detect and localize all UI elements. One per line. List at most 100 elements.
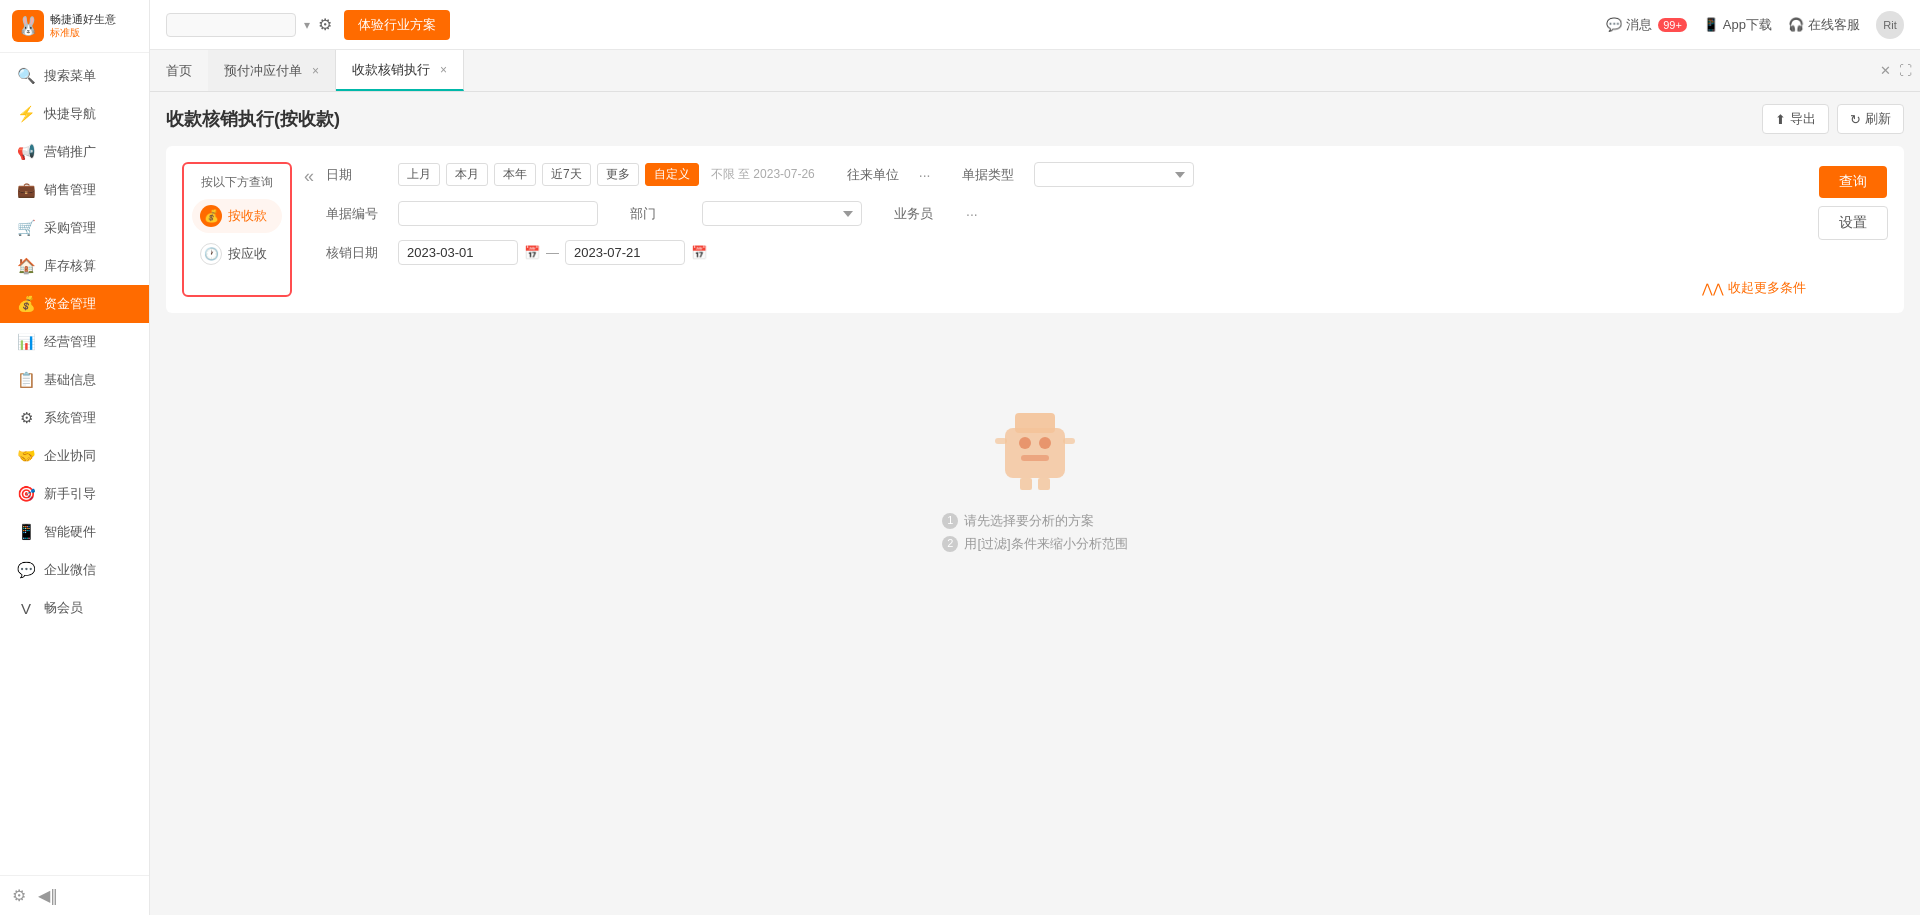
doc-no-input[interactable] <box>398 201 598 226</box>
hint-num-1: 1 <box>942 513 958 529</box>
sidebar-item-企业协同[interactable]: 🤝企业协同 <box>0 437 149 475</box>
export-button[interactable]: ⬆ 导出 <box>1762 104 1829 134</box>
doc-type-label: 单据类型 <box>962 166 1022 184</box>
tabbar: 首页 预付冲应付单 × 收款核销执行 × ✕ ⛶ <box>150 50 1920 92</box>
sidebar-item-快捷导航[interactable]: ⚡快捷导航 <box>0 95 149 133</box>
filter-sidebar-title: 按以下方查询 <box>192 174 282 191</box>
sidebar-item-资金管理[interactable]: 💰资金管理 <box>0 285 149 323</box>
empty-illustration <box>985 393 1085 493</box>
gear-icon[interactable]: ⚙ <box>318 15 332 34</box>
sidebar-item-基础信息[interactable]: 📋基础信息 <box>0 361 149 399</box>
tab-prepay[interactable]: 预付冲应付单 × <box>208 50 336 91</box>
svg-point-2 <box>1019 437 1031 449</box>
main-area: ▾ ⚙ 体验行业方案 💬 消息 99+ 📱 App下载 🎧 在线客服 Rit <box>150 0 1920 915</box>
sidebar-icon-5: 🏠 <box>16 257 36 275</box>
sidebar-item-库存核算[interactable]: 🏠库存核算 <box>0 247 149 285</box>
sidebar-item-销售管理[interactable]: 💼 销售管理 <box>0 171 149 209</box>
staff-label: 业务员 <box>894 205 954 223</box>
tab-prepay-close[interactable]: × <box>312 64 319 78</box>
topbar-right: 💬 消息 99+ 📱 App下载 🎧 在线客服 Rit <box>1606 11 1904 39</box>
sidebar-menu: 🔍搜索菜单⚡快捷导航📢营销推广 💼 销售管理 🛒采购管理🏠库存核算💰资金管理📊经营管理… <box>0 53 149 875</box>
messages-label: 消息 <box>1626 16 1652 34</box>
filter-option-by-receivable[interactable]: 🕐 按应收 <box>192 237 282 271</box>
settings-icon[interactable]: ⚙ <box>12 886 26 905</box>
calendar-icon-end[interactable]: 📅 <box>691 245 707 260</box>
sidebar-icon-3: 💼 <box>16 181 36 199</box>
svg-rect-7 <box>1020 478 1032 490</box>
user-avatar[interactable]: Rit <box>1876 11 1904 39</box>
date-btn-last-month[interactable]: 上月 <box>398 163 440 186</box>
sidebar-item-系统管理[interactable]: ⚙系统管理 <box>0 399 149 437</box>
industry-solution-button[interactable]: 体验行业方案 <box>344 10 450 40</box>
tabbar-controls: ✕ ⛶ <box>1872 50 1920 91</box>
sidebar-item-智能硬件[interactable]: 📱智能硬件 <box>0 513 149 551</box>
dept-select[interactable] <box>702 201 862 226</box>
tab-collection-close[interactable]: × <box>440 63 447 77</box>
expand-icon[interactable]: ⛶ <box>1899 63 1912 78</box>
refresh-icon: ↻ <box>1850 112 1861 127</box>
filter-row-2: 单据编号 部门 业务员 ··· <box>326 201 1806 226</box>
search-input[interactable] <box>166 13 296 37</box>
svg-point-3 <box>1039 437 1051 449</box>
verify-date-end-input[interactable] <box>565 240 685 265</box>
empty-hints: 1 请先选择要分析的方案 2 用[过滤]条件来缩小分析范围 <box>942 509 1127 556</box>
calendar-icon-start[interactable]: 📅 <box>524 245 540 260</box>
sidebar-footer: ⚙ ◀‖ <box>0 875 149 915</box>
sidebar-item-采购管理[interactable]: 🛒采购管理 <box>0 209 149 247</box>
sidebar: 🐰 畅捷通好生意 标准版 🔍搜索菜单⚡快捷导航📢营销推广 💼 销售管理 🛒采购管理🏠库… <box>0 0 150 915</box>
tab-collection-label: 收款核销执行 <box>352 61 430 79</box>
query-button[interactable]: 查询 <box>1819 166 1887 198</box>
page-wrapper: 收款核销执行(按收款) ⬆ 导出 ↻ 刷新 按以下方查询 <box>150 92 1920 648</box>
date-btn-this-year[interactable]: 本年 <box>494 163 536 186</box>
online-service-button[interactable]: 🎧 在线客服 <box>1788 16 1860 34</box>
dept-label: 部门 <box>630 205 690 223</box>
hint-num-2: 2 <box>942 536 958 552</box>
collapse-more-conditions[interactable]: ⋀⋀ 收起更多条件 <box>326 279 1806 297</box>
service-icon: 🎧 <box>1788 17 1804 32</box>
sidebar-item-畅会员[interactable]: V畅会员 <box>0 589 149 627</box>
sidebar-item-新手引导[interactable]: 🎯新手引导 <box>0 475 149 513</box>
messages-button[interactable]: 💬 消息 99+ <box>1606 16 1687 34</box>
tab-home[interactable]: 首页 <box>150 50 208 91</box>
close-tab-icon[interactable]: ✕ <box>1880 63 1891 78</box>
doc-type-select[interactable] <box>1034 162 1194 187</box>
filter-option2-label: 按应收 <box>228 245 267 263</box>
date-btn-custom[interactable]: 自定义 <box>645 163 699 186</box>
filter-main: 日期 上月 本月 本年 近7天 更多 自定义 不限 至 2023-07-26 往… <box>326 162 1806 297</box>
setting-button[interactable]: 设置 <box>1818 206 1888 240</box>
sidebar-label-11: 新手引导 <box>44 485 96 503</box>
sidebar-icon-0: 🔍 <box>16 67 36 85</box>
app-download-button[interactable]: 📱 App下载 <box>1703 16 1772 34</box>
date-shortcuts: 上月 本月 本年 近7天 更多 自定义 <box>398 163 699 186</box>
sidebar-icon-13: 💬 <box>16 561 36 579</box>
sidebar-item-企业微信[interactable]: 💬企业微信 <box>0 551 149 589</box>
online-service-label: 在线客服 <box>1808 16 1860 34</box>
verify-date-start-input[interactable] <box>398 240 518 265</box>
sidebar-icon-8: 📋 <box>16 371 36 389</box>
date-btn-last-7-days[interactable]: 近7天 <box>542 163 591 186</box>
sidebar-item-营销推广[interactable]: 📢营销推广 <box>0 133 149 171</box>
counterpart-select-btn[interactable]: ··· <box>919 167 931 183</box>
filter-actions: 查询 设置 <box>1818 162 1888 297</box>
tab-collection-verification[interactable]: 收款核销执行 × <box>336 50 464 91</box>
sidebar-item-搜索菜单[interactable]: 🔍搜索菜单 <box>0 57 149 95</box>
date-btn-this-month[interactable]: 本月 <box>446 163 488 186</box>
filter-option-by-receipt[interactable]: 💰 按收款 <box>192 199 282 233</box>
filter-row-1: 日期 上月 本月 本年 近7天 更多 自定义 不限 至 2023-07-26 往… <box>326 162 1806 187</box>
svg-rect-8 <box>1038 478 1050 490</box>
verify-date-label: 核销日期 <box>326 244 386 262</box>
content-area: 收款核销执行(按收款) ⬆ 导出 ↻ 刷新 按以下方查询 <box>150 92 1920 915</box>
collapse-sidebar-icon[interactable]: ◀‖ <box>38 886 58 905</box>
sidebar-label-3: 销售管理 <box>44 181 96 199</box>
tab-home-label: 首页 <box>166 62 192 80</box>
staff-select-btn[interactable]: ··· <box>966 206 978 222</box>
sidebar-icon-14: V <box>16 600 36 617</box>
refresh-button[interactable]: ↻ 刷新 <box>1837 104 1904 134</box>
date-btn-more[interactable]: 更多 <box>597 163 639 186</box>
sidebar-logo: 🐰 畅捷通好生意 标准版 <box>0 0 149 53</box>
sidebar-item-经营管理[interactable]: 📊经营管理 <box>0 323 149 361</box>
verify-date-range: 📅 — 📅 <box>398 240 707 265</box>
hint-text-1: 请先选择要分析的方案 <box>964 509 1094 532</box>
topbar: ▾ ⚙ 体验行业方案 💬 消息 99+ 📱 App下载 🎧 在线客服 Rit <box>150 0 1920 50</box>
collapse-filter-button[interactable]: « <box>304 162 314 297</box>
